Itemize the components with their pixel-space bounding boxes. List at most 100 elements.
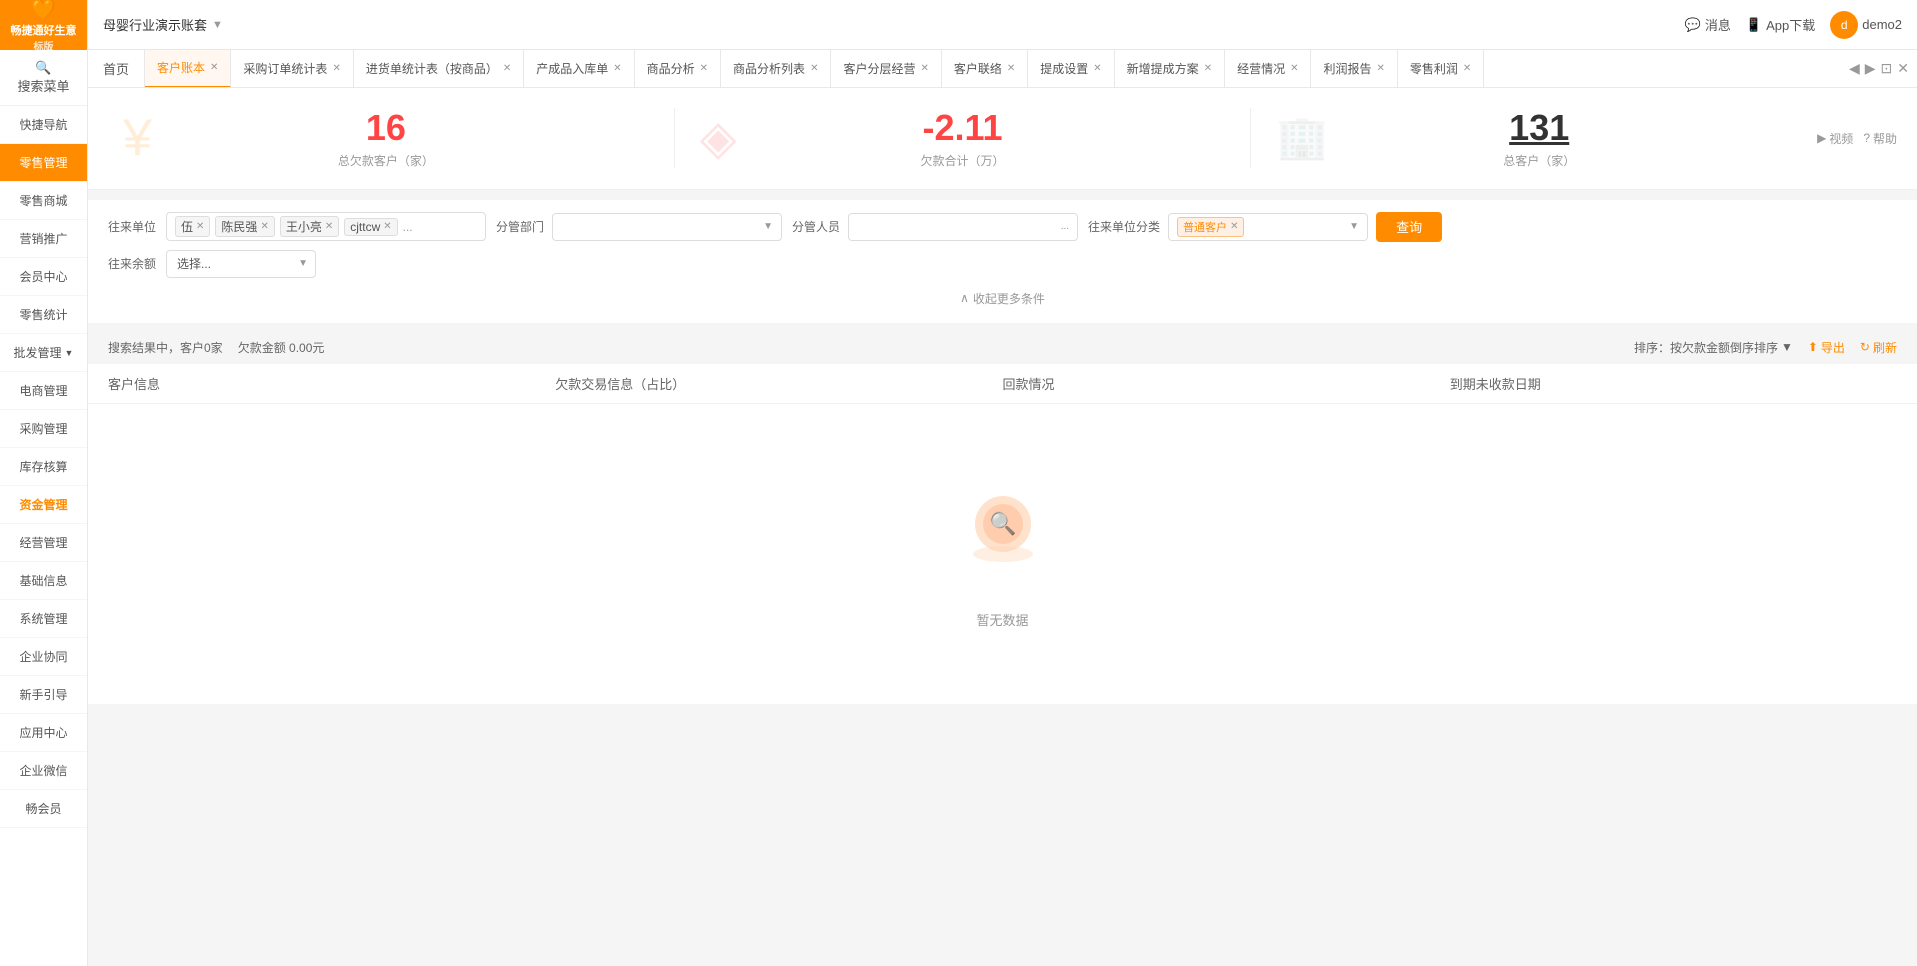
help-label: 帮助 (1873, 130, 1897, 147)
sidebar-item-operations[interactable]: 经营管理 (0, 524, 87, 562)
collapse-btn[interactable]: ∧ 收起更多条件 (960, 286, 1045, 311)
sidebar-item-retail-mall[interactable]: 零售商城 (0, 182, 87, 220)
sidebar-item-newcomer[interactable]: 新手引导 (0, 676, 87, 714)
tab-purchase-order-stats[interactable]: 采购订单统计表 ✕ (231, 50, 353, 88)
person-select[interactable]: ... (848, 213, 1078, 241)
account-selector[interactable]: 母婴行业演示账套 ▼ (103, 15, 223, 34)
stat-debit-total-label: 欠款合计（万） (921, 152, 1005, 169)
sidebar-item-finance[interactable]: 资金管理 (0, 486, 87, 524)
tab-close-icon[interactable]: ✕ (920, 63, 928, 74)
unit-tag-wu[interactable]: 伍 ✕ (175, 216, 210, 237)
empty-state-icon: 🔍 (953, 479, 1053, 598)
tab-expand-icon[interactable]: ⊡ (1881, 60, 1893, 77)
sidebar-item-label: 新手引导 (19, 688, 67, 702)
sidebar-item-app-center[interactable]: 应用中心 (0, 714, 87, 752)
tab-commission-settings[interactable]: 提成设置 ✕ (1028, 50, 1114, 88)
tab-close-icon[interactable]: ✕ (332, 63, 340, 74)
tag-remove-icon[interactable]: ✕ (383, 221, 391, 232)
sidebar-item-retail-management[interactable]: 零售管理 (0, 144, 87, 182)
sidebar-logo[interactable]: 🧡 畅捷通好生意 标版 (0, 0, 87, 50)
tab-label: 提成设置 (1040, 60, 1088, 77)
tab-profit-report[interactable]: 利润报告 ✕ (1311, 50, 1397, 88)
category-select[interactable]: 普通客户 ✕ ▼ (1168, 213, 1368, 241)
tab-close-icon[interactable]: ✕ (1377, 63, 1385, 74)
tab-goods-stats[interactable]: 进货单统计表（按商品） ✕ (354, 50, 524, 88)
tag-text: 普通客户 (1183, 219, 1227, 235)
sidebar-item-chang-member[interactable]: 畅会员 (0, 790, 87, 828)
tab-close-icon[interactable]: ✕ (1463, 63, 1471, 74)
dept-select[interactable]: ▼ (552, 213, 782, 241)
tab-close-icon[interactable]: ✕ (503, 63, 511, 74)
tab-customer-tier[interactable]: 客户分层经营 ✕ (831, 50, 941, 88)
tab-operations-status[interactable]: 经营情况 ✕ (1225, 50, 1311, 88)
balance-select[interactable]: 选择... (166, 250, 316, 278)
search-icon: 🔍 (8, 60, 79, 76)
sidebar-search[interactable]: 🔍 搜索菜单 (0, 50, 87, 106)
person-arrow-icon: ... (1061, 221, 1069, 232)
tab-retail-profit[interactable]: 零售利润 ✕ (1398, 50, 1484, 88)
app-download-btn[interactable]: 📱 App下载 (1746, 15, 1815, 34)
sidebar-item-marketing[interactable]: 营销推广 (0, 220, 87, 258)
tab-customer-contact[interactable]: 客户联络 ✕ (942, 50, 1028, 88)
tab-close-icon[interactable]: ✕ (1204, 63, 1212, 74)
tab-close-icon[interactable]: ✕ (700, 63, 708, 74)
category-tag-normal[interactable]: 普通客户 ✕ (1177, 217, 1244, 237)
sidebar-item-system[interactable]: 系统管理 (0, 600, 87, 638)
tag-remove-icon[interactable]: ✕ (196, 221, 204, 232)
negative-icon: ◈ (700, 110, 737, 166)
tab-close-icon[interactable]: ✕ (810, 63, 818, 74)
unit-tag-chen[interactable]: 陈民强 ✕ (215, 216, 274, 237)
phone-icon: 📱 (1746, 17, 1762, 33)
tab-close-icon[interactable]: ✕ (1007, 63, 1015, 74)
tab-label: 客户分层经营 (843, 60, 915, 77)
tab-goods-analysis[interactable]: 商品分析 ✕ (635, 50, 721, 88)
stat-debit-customers-value: 16 (366, 108, 406, 148)
tab-close-icon[interactable]: ✕ (1290, 63, 1298, 74)
sidebar-item-wholesale[interactable]: 批发管理 ▼ (0, 334, 87, 372)
tag-remove-icon[interactable]: ✕ (260, 221, 268, 232)
tab-home[interactable]: 首页 (88, 50, 145, 88)
sidebar-item-enterprise-collab[interactable]: 企业协同 (0, 638, 87, 676)
unit-tags-container[interactable]: 伍 ✕ 陈民强 ✕ 王小亮 ✕ cjttcw ✕ ... (166, 212, 486, 241)
export-btn[interactable]: ⬆ 导出 (1808, 339, 1845, 356)
tab-goods-analysis-list[interactable]: 商品分析列表 ✕ (721, 50, 831, 88)
tag-remove-icon[interactable]: ✕ (325, 221, 333, 232)
tab-close-icon[interactable]: ✕ (613, 63, 621, 74)
unit-tags-more-btn[interactable]: ... (403, 220, 413, 234)
refresh-btn[interactable]: ↻ 刷新 (1860, 339, 1897, 356)
message-btn[interactable]: 💬 消息 (1685, 15, 1731, 34)
sidebar-item-quick-nav[interactable]: 快捷导航 (0, 106, 87, 144)
sidebar-item-purchase[interactable]: 采购管理 (0, 410, 87, 448)
sidebar-item-enterprise-wechat[interactable]: 企业微信 (0, 752, 87, 790)
tab-new-commission-plan[interactable]: 新增提成方案 ✕ (1115, 50, 1225, 88)
tab-label: 采购订单统计表 (243, 60, 327, 77)
result-bar-left: 搜索结果中，客户0家 欠款金额 0.00元 (108, 339, 324, 356)
tab-close-icon[interactable]: ✕ (210, 62, 218, 73)
stat-help-area: ▶ 视频 ? 帮助 (1817, 130, 1897, 147)
selector-arrow-icon: ▼ (212, 19, 223, 31)
sidebar-item-label: 零售统计 (19, 308, 67, 322)
tab-close-icon[interactable]: ✕ (1093, 63, 1101, 74)
sidebar-item-ecommerce[interactable]: 电商管理 (0, 372, 87, 410)
tab-product-inbound[interactable]: 产成品入库单 ✕ (524, 50, 634, 88)
sidebar-item-label: 企业协同 (19, 650, 67, 664)
category-label: 往来单位分类 (1088, 218, 1160, 235)
user-profile[interactable]: d demo2 (1830, 11, 1902, 39)
unit-tag-wang[interactable]: 王小亮 ✕ (280, 216, 339, 237)
sort-btn[interactable]: 排序：按欠款金额倒序排序 ▼ (1634, 339, 1793, 356)
tab-customer-ledger[interactable]: 客户账本 ✕ (145, 50, 231, 88)
help-btn[interactable]: ? 帮助 (1863, 130, 1897, 147)
query-button[interactable]: 查询 (1376, 212, 1442, 242)
tab-scroll-left-icon[interactable]: ◀ (1849, 60, 1860, 77)
tab-close-all-icon[interactable]: ✕ (1897, 60, 1909, 77)
message-icon: 💬 (1685, 17, 1701, 33)
tag-remove-icon[interactable]: ✕ (1230, 221, 1238, 232)
tab-scroll-right-icon[interactable]: ▶ (1865, 60, 1876, 77)
video-help-btn[interactable]: ▶ 视频 (1817, 130, 1853, 147)
sidebar-item-basic-info[interactable]: 基础信息 (0, 562, 87, 600)
unit-tag-cjttcw[interactable]: cjttcw ✕ (344, 218, 397, 236)
sidebar-item-retail-stats[interactable]: 零售统计 (0, 296, 87, 334)
sidebar-item-inventory[interactable]: 库存核算 (0, 448, 87, 486)
tag-text: cjttcw (350, 220, 380, 234)
sidebar-item-member-center[interactable]: 会员中心 (0, 258, 87, 296)
